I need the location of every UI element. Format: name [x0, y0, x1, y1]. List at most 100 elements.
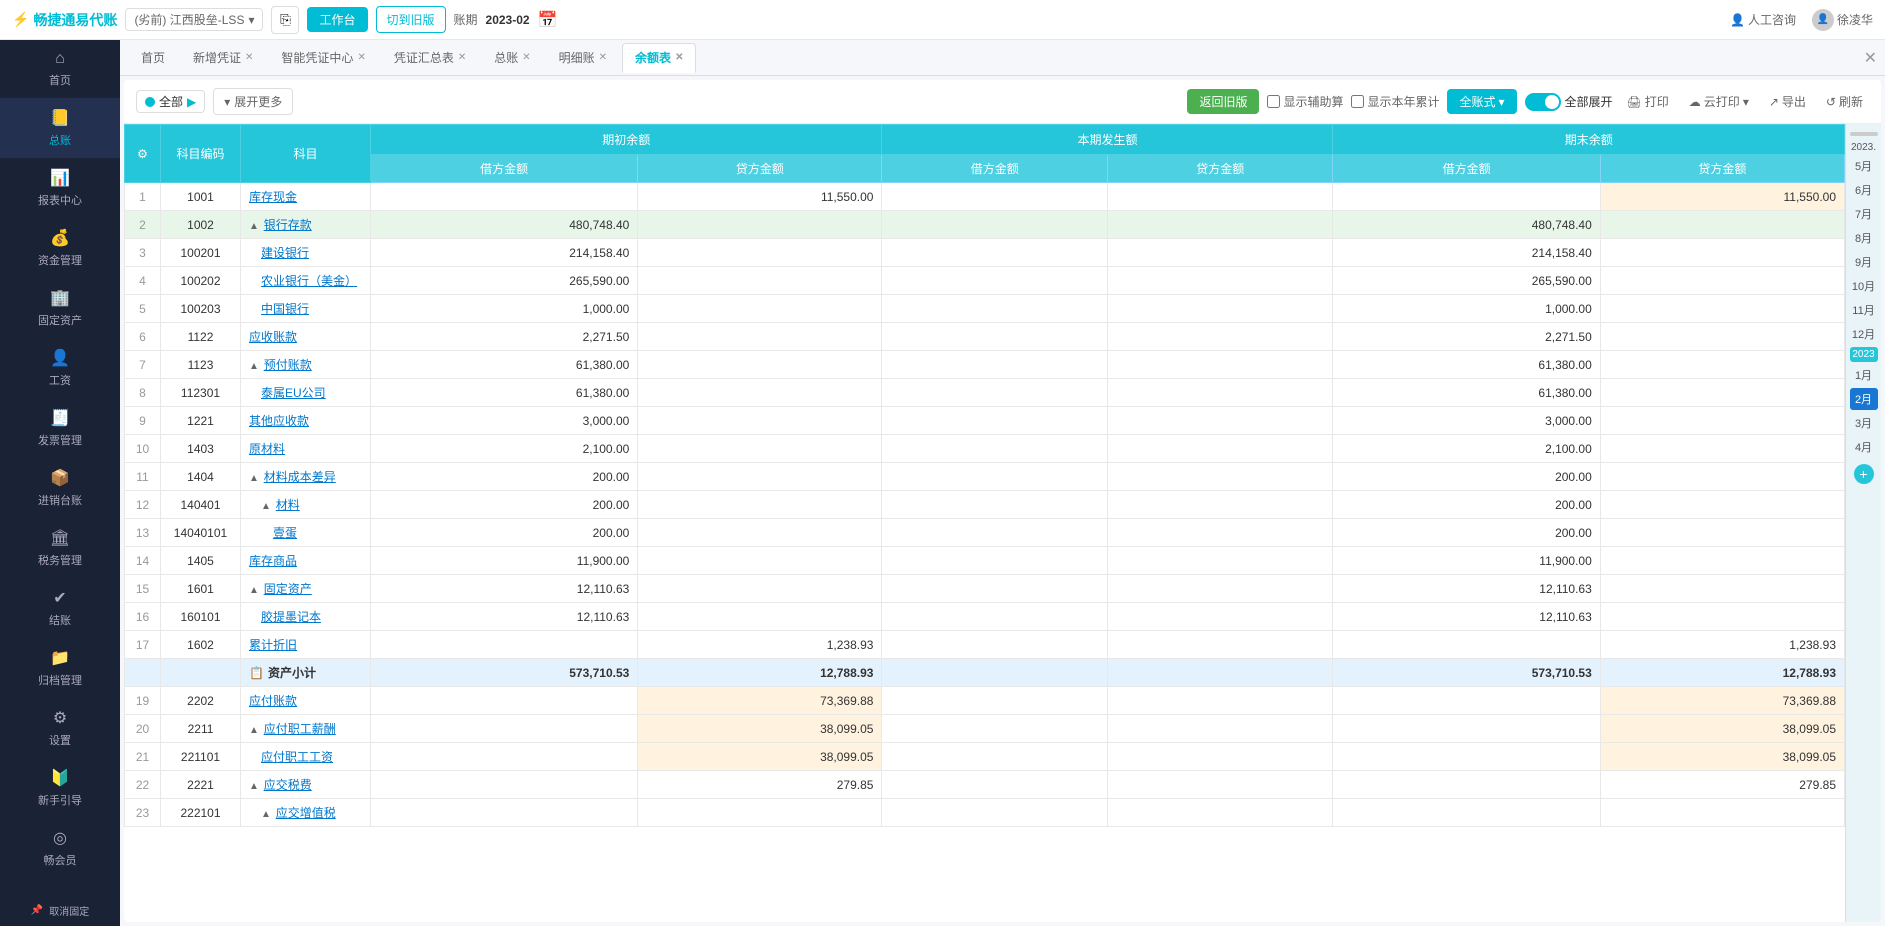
table-row-name[interactable]: ▲ 银行存款 — [241, 211, 371, 239]
user-profile[interactable]: 👤 徐凌华 — [1812, 9, 1873, 31]
table-row-name[interactable]: 原材料 — [241, 435, 371, 463]
table-row-name[interactable]: 应付职工工资 — [241, 743, 371, 771]
table-row-name[interactable]: 建设银行 — [241, 239, 371, 267]
table-row-name[interactable]: ▲ 材料 — [241, 491, 371, 519]
account-name-link[interactable]: 泰属EU公司 — [261, 386, 326, 400]
account-name-link[interactable]: 材料成本差异 — [264, 470, 336, 484]
month-1[interactable]: 1月 — [1853, 364, 1874, 386]
tab-voucher-summary[interactable]: 凭证汇总表 ✕ — [381, 43, 479, 73]
account-name-link[interactable]: 其他应收款 — [249, 414, 309, 428]
expand-icon[interactable]: ▲ — [261, 809, 274, 820]
table-row-name[interactable]: 其他应收款 — [241, 407, 371, 435]
month-10[interactable]: 10月 — [1850, 275, 1877, 297]
sidebar-item-guide[interactable]: 🔰 新手引导 — [0, 758, 120, 818]
export-button[interactable]: ↗ 导出 — [1763, 91, 1812, 112]
unpin-button[interactable]: 📌 取消固定 — [0, 895, 120, 926]
show-ytd-checkbox[interactable]: 显示本年累计 — [1351, 93, 1439, 110]
expand-all-toggle[interactable] — [1525, 93, 1561, 111]
table-row-name[interactable]: 📋资产小计 — [241, 659, 371, 687]
expand-icon[interactable]: ▲ — [261, 501, 274, 512]
table-row-name[interactable]: ▲ 应交税费 — [241, 771, 371, 799]
table-row-name[interactable]: 农业银行（美金） — [241, 267, 371, 295]
calendar-icon[interactable]: 📅 — [538, 10, 558, 30]
account-name-link[interactable]: 固定资产 — [264, 582, 312, 596]
tab-ledger[interactable]: 总账 ✕ — [481, 43, 543, 73]
subsidiary-check[interactable] — [1267, 95, 1280, 108]
sidebar-item-capital[interactable]: 💰 资金管理 — [0, 218, 120, 278]
table-row-name[interactable]: 中国银行 — [241, 295, 371, 323]
table-row-name[interactable]: 胶提墨记本 — [241, 603, 371, 631]
table-row-name[interactable]: ▲ 应付职工薪酬 — [241, 715, 371, 743]
table-row-name[interactable]: 泰属EU公司 — [241, 379, 371, 407]
account-name-link[interactable]: 材料 — [276, 498, 300, 512]
account-name-link[interactable]: 应交税费 — [264, 778, 312, 792]
tab-home[interactable]: 首页 — [128, 43, 178, 73]
month-4[interactable]: 4月 — [1853, 436, 1874, 458]
account-name-link[interactable]: 应付账款 — [249, 694, 297, 708]
account-name-link[interactable]: 原材料 — [249, 442, 285, 456]
full-mode-button[interactable]: 全账式 ▾ — [1447, 89, 1516, 114]
filter-group[interactable]: 全部 ▶ — [136, 90, 205, 113]
tab-smart-voucher[interactable]: 智能凭证中心 ✕ — [268, 43, 378, 73]
month-6[interactable]: 6月 — [1853, 179, 1874, 201]
sidebar-item-report[interactable]: 📊 报表中心 — [0, 158, 120, 218]
panel-collapse-btn[interactable] — [1850, 132, 1878, 136]
tab-new-voucher[interactable]: 新增凭证 ✕ — [180, 43, 266, 73]
sidebar-item-member[interactable]: ◎ 畅会员 — [0, 818, 120, 878]
expand-icon[interactable]: ▲ — [249, 725, 262, 736]
account-name-link[interactable]: 应收账款 — [249, 330, 297, 344]
tab-detail[interactable]: 明细账 ✕ — [546, 43, 620, 73]
print-button[interactable]: 🖨 打印 — [1621, 91, 1675, 112]
table-row-name[interactable]: ▲ 应交增值税 — [241, 799, 371, 827]
account-name-link[interactable]: 应付职工工资 — [261, 750, 333, 764]
tab-close-voucher-summary[interactable]: ✕ — [458, 52, 466, 63]
expand-icon[interactable]: ▲ — [249, 221, 262, 232]
account-name-link[interactable]: 应交增值税 — [276, 806, 336, 820]
expand-all-toggle-group[interactable]: 全部展开 — [1525, 93, 1613, 111]
tab-close-ledger[interactable]: ✕ — [522, 52, 530, 63]
account-name-link[interactable]: 库存商品 — [249, 554, 297, 568]
month-3[interactable]: 3月 — [1853, 412, 1874, 434]
table-row-name[interactable]: 应付账款 — [241, 687, 371, 715]
account-name-link[interactable]: 应付职工薪酬 — [264, 722, 336, 736]
sidebar-item-home[interactable]: ⌂ 首页 — [0, 40, 120, 98]
table-row-name[interactable]: ▲ 固定资产 — [241, 575, 371, 603]
table-row-name[interactable]: 累计折旧 — [241, 631, 371, 659]
tab-close-new-voucher[interactable]: ✕ — [245, 52, 253, 63]
expand-icon[interactable]: ▲ — [249, 585, 262, 596]
sidebar-item-settings[interactable]: ⚙ 设置 — [0, 698, 120, 758]
switch-version-button[interactable]: 切到旧版 — [376, 6, 446, 33]
th-settings[interactable]: ⚙ — [125, 125, 161, 183]
month-9[interactable]: 9月 — [1853, 251, 1874, 273]
account-name-link[interactable]: 累计折旧 — [249, 638, 297, 652]
month-7[interactable]: 7月 — [1853, 203, 1874, 225]
close-all-tabs-button[interactable]: ✕ — [1864, 48, 1877, 68]
month-12[interactable]: 12月 — [1850, 323, 1877, 345]
sidebar-item-tax[interactable]: 🏛 税务管理 — [0, 518, 120, 578]
company-selector[interactable]: (劣前) 江西股垒-LSS ▾ — [125, 8, 263, 31]
sidebar-item-ledger[interactable]: 📒 总账 — [0, 98, 120, 158]
table-row-name[interactable]: ▲ 预付账款 — [241, 351, 371, 379]
tab-close-smart-voucher[interactable]: ✕ — [357, 52, 365, 63]
month-11[interactable]: 11月 — [1850, 299, 1876, 321]
cloud-print-button[interactable]: ☁ 云打印 ▾ — [1683, 91, 1755, 112]
tab-balance[interactable]: 余额表 ✕ — [622, 43, 696, 73]
refresh-button[interactable]: ↺ 刷新 — [1820, 91, 1869, 112]
table-row-name[interactable]: 库存现金 — [241, 183, 371, 211]
consult-button[interactable]: 👤 人工咨询 — [1730, 11, 1796, 28]
month-5[interactable]: 5月 — [1853, 155, 1874, 177]
account-name-link[interactable]: 农业银行（美金） — [261, 274, 357, 288]
expand-icon[interactable]: ▲ — [249, 473, 262, 484]
add-period-button[interactable]: + — [1854, 464, 1874, 484]
table-row-name[interactable]: 壹蛋 — [241, 519, 371, 547]
expand-icon[interactable]: ▲ — [249, 781, 262, 792]
sidebar-item-invoice[interactable]: 🧾 发票管理 — [0, 398, 120, 458]
month-2-current[interactable]: 2月 — [1850, 388, 1878, 410]
sidebar-item-purchase[interactable]: 📦 进销台账 — [0, 458, 120, 518]
workbench-button[interactable]: 工作台 — [307, 7, 367, 32]
expand-icon[interactable]: ▲ — [249, 361, 262, 372]
sidebar-item-salary[interactable]: 👤 工资 — [0, 338, 120, 398]
account-name-link[interactable]: 库存现金 — [249, 190, 297, 204]
account-name-link[interactable]: 中国银行 — [261, 302, 309, 316]
table-row-name[interactable]: ▲ 材料成本差异 — [241, 463, 371, 491]
